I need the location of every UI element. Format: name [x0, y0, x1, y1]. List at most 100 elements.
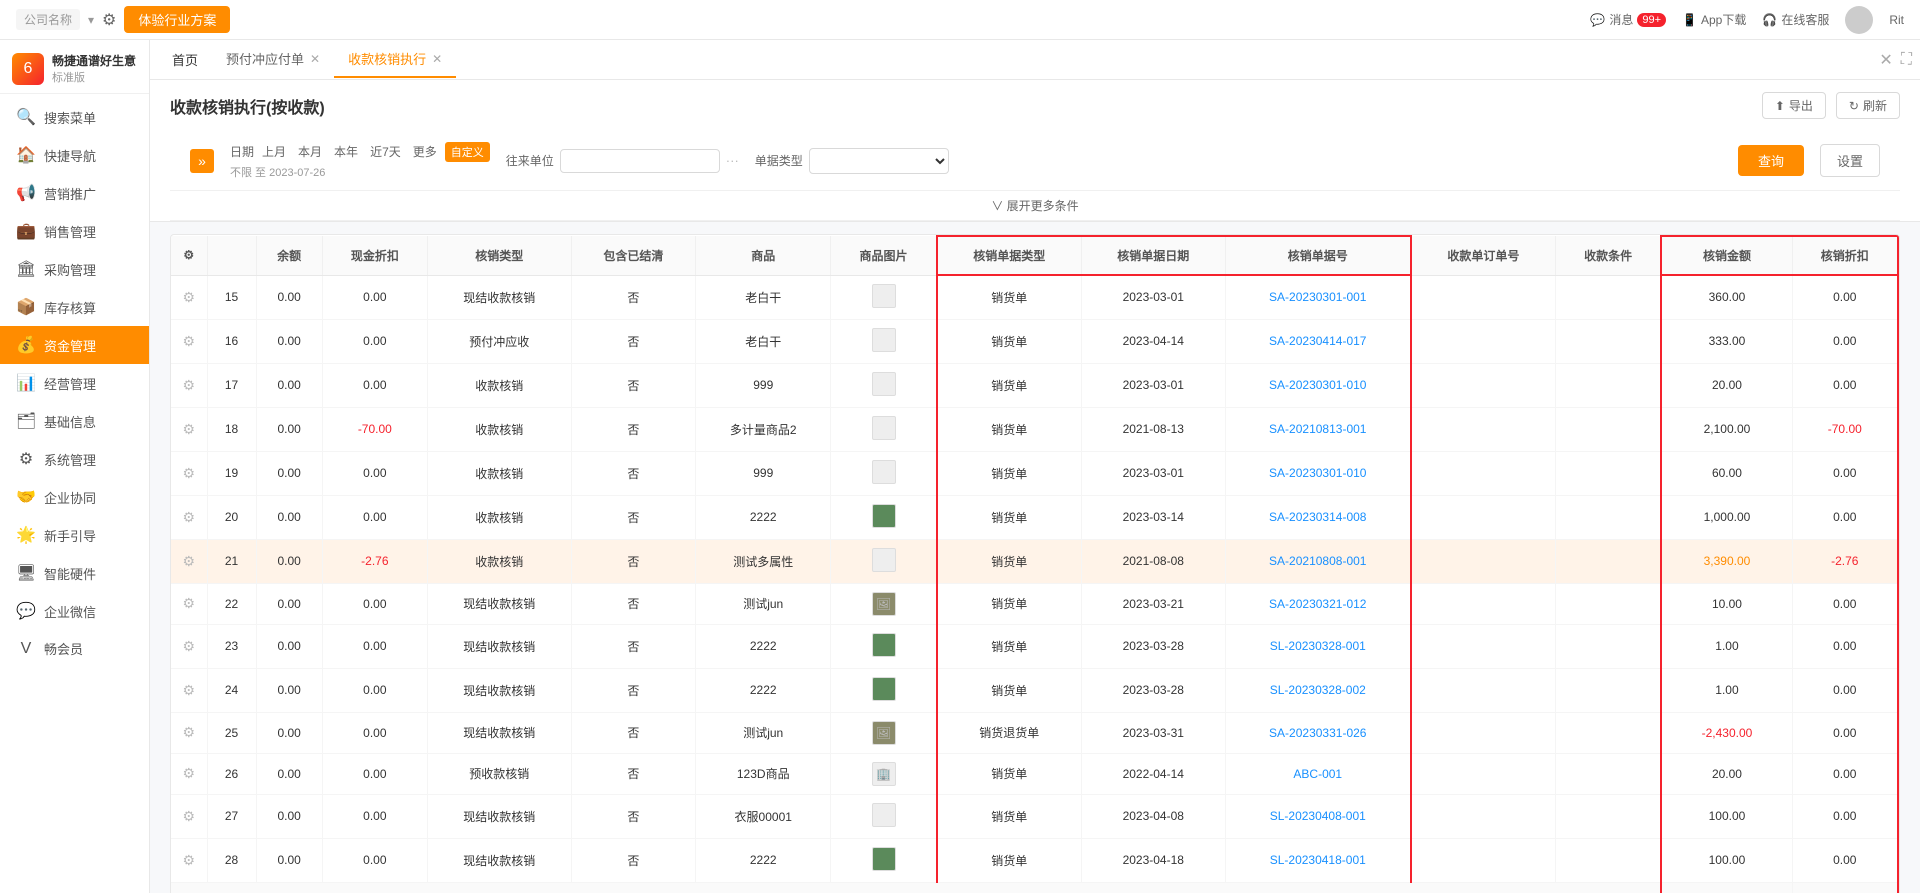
table-cell[interactable]: ⚙ [171, 451, 207, 495]
row-gear-icon[interactable]: ⚙ [182, 465, 195, 481]
row-gear-icon[interactable]: ⚙ [182, 509, 195, 525]
sidebar-item-label: 库存核算 [44, 298, 96, 317]
row-gear-icon[interactable]: ⚙ [182, 289, 195, 305]
sidebar-item-marketing[interactable]: 📢 营销推广 [0, 174, 149, 212]
table-cell: 否 [571, 838, 695, 882]
sidebar-item-hardware[interactable]: 🖥 智能硬件 [0, 554, 149, 592]
expand-more-btn[interactable]: ∨ 展开更多条件 [991, 197, 1078, 214]
row-gear-icon[interactable]: ⚙ [182, 333, 195, 349]
table-cell: 2023-03-28 [1081, 668, 1225, 712]
row-gear-icon[interactable]: ⚙ [182, 852, 195, 868]
sidebar-item-search[interactable]: 🔍 搜索菜单 [0, 98, 149, 136]
table-cell: 否 [571, 712, 695, 753]
industry-btn[interactable]: 体验行业方案 [124, 6, 230, 33]
row-gear-icon[interactable]: ⚙ [182, 808, 195, 824]
refresh-btn[interactable]: ↻ 刷新 [1836, 92, 1900, 119]
date-btn-this-year[interactable]: 本年 [330, 141, 362, 162]
table-row: ⚙210.00-2.76收款核销否测试多属性销货单2021-08-08SA-20… [171, 539, 1898, 583]
row-gear-icon[interactable]: ⚙ [182, 724, 195, 740]
tab-home[interactable]: 首页 [158, 42, 212, 77]
row-gear-icon[interactable]: ⚙ [182, 553, 195, 569]
table-cell: -2.76 [322, 539, 427, 583]
date-custom-btn[interactable]: 自定义 [445, 142, 490, 162]
sidebar-item-guide[interactable]: 🌟 新手引导 [0, 516, 149, 554]
sidebar-item-corp[interactable]: 🤝 企业协同 [0, 478, 149, 516]
avatar[interactable] [1845, 6, 1873, 34]
sidebar-item-system[interactable]: ⚙ 系统管理 [0, 440, 149, 478]
table-cell[interactable]: ⚙ [171, 838, 207, 882]
query-btn[interactable]: 查询 [1738, 145, 1804, 176]
table-cell[interactable]: ⚙ [171, 407, 207, 451]
sidebar-logo: 6 畅捷通谱好生意 标准版 [0, 40, 149, 94]
table-cell[interactable]: ⚙ [171, 539, 207, 583]
row-gear-icon[interactable]: ⚙ [182, 638, 195, 654]
table-cell: -2.76 [1792, 539, 1898, 583]
page-title: 收款核销执行(按收款) [170, 94, 325, 118]
th-receipt-order-no: 收款单订单号 [1411, 236, 1556, 275]
table-cell[interactable]: ⚙ [171, 319, 207, 363]
table-cell [831, 275, 937, 319]
table-cell: 2022-04-14 [1081, 753, 1225, 794]
company-name[interactable]: 公司名称 [16, 9, 80, 30]
sidebar-item-basic[interactable]: 🗂 基础信息 [0, 402, 149, 440]
table-cell: 销货单 [937, 794, 1082, 838]
table-cell: 0.00 [322, 838, 427, 882]
sidebar-item-finance[interactable]: 💰 资金管理 [0, 326, 149, 364]
tab-prepay[interactable]: 预付冲应付单 ✕ [212, 41, 334, 78]
table-cell: 2023-03-28 [1081, 624, 1225, 668]
table-cell: 2021-08-13 [1081, 407, 1225, 451]
sidebar-item-purchase[interactable]: 🏛 采购管理 [0, 250, 149, 288]
tab-close-icon[interactable]: ✕ [310, 52, 320, 66]
table-cell: 0.00 [322, 583, 427, 624]
sidebar-item-label: 搜索菜单 [44, 108, 96, 127]
row-gear-icon[interactable]: ⚙ [182, 421, 195, 437]
setting-btn[interactable]: 设置 [1820, 144, 1880, 177]
sidebar-item-label: 智能硬件 [44, 564, 96, 583]
partner-input[interactable] [560, 149, 720, 173]
row-gear-icon[interactable]: ⚙ [182, 682, 195, 698]
table-cell: 0.00 [256, 319, 322, 363]
sidebar-item-vip[interactable]: V 畅会员 [0, 630, 149, 667]
row-gear-icon[interactable]: ⚙ [182, 595, 195, 611]
search-icon: 🔍 [16, 107, 36, 127]
table-row: ⚙200.000.00收款核销否2222销货单2023-03-14SA-2023… [171, 495, 1898, 539]
message-btn[interactable]: 💬 消息 99+ [1590, 11, 1666, 28]
receipt-type-select[interactable] [809, 148, 949, 174]
table-cell[interactable]: ⚙ [171, 668, 207, 712]
expand-tab-btn[interactable]: ⛶ [1901, 51, 1912, 69]
table-cell[interactable]: ⚙ [171, 753, 207, 794]
row-gear-icon[interactable]: ⚙ [182, 377, 195, 393]
sidebar-item-sales[interactable]: 💼 销售管理 [0, 212, 149, 250]
logo-text: 畅捷通谱好生意 标准版 [52, 52, 136, 85]
table-cell[interactable]: ⚙ [171, 583, 207, 624]
tab-close-icon[interactable]: ✕ [432, 52, 442, 66]
table-cell[interactable]: ⚙ [171, 495, 207, 539]
sidebar-item-quick[interactable]: 🏠 快捷导航 [0, 136, 149, 174]
app-download-btn[interactable]: 📱 App下载 [1682, 11, 1746, 28]
export-btn[interactable]: ⬆ 导出 [1762, 92, 1826, 119]
date-btn-this-month[interactable]: 本月 [294, 141, 326, 162]
th-settings[interactable]: ⚙ [171, 236, 207, 275]
sidebar-item-inventory[interactable]: 📦 库存核算 [0, 288, 149, 326]
close-tab-btn[interactable]: ✕ [1879, 50, 1892, 70]
sidebar-item-operation[interactable]: 📊 经营管理 [0, 364, 149, 402]
date-btn-last-month[interactable]: 上月 [258, 141, 290, 162]
gear-icon[interactable]: ⚙ [102, 10, 116, 30]
sidebar-item-wechat[interactable]: 💬 企业微信 [0, 592, 149, 630]
table-cell [831, 624, 937, 668]
table-cell[interactable]: ⚙ [171, 275, 207, 319]
table-cell: 2023-03-31 [1081, 712, 1225, 753]
tab-verify[interactable]: 收款核销执行 ✕ [334, 41, 456, 78]
table-cell[interactable]: ⚙ [171, 794, 207, 838]
online-service-btn[interactable]: 🎧 在线客服 [1762, 11, 1829, 28]
table-cell[interactable]: ⚙ [171, 624, 207, 668]
table-cell[interactable]: ⚙ [171, 363, 207, 407]
table-cell: 销货单 [937, 624, 1082, 668]
date-btn-more[interactable]: 更多 [409, 141, 441, 162]
row-gear-icon[interactable]: ⚙ [182, 765, 195, 781]
date-btn-7days[interactable]: 近7天 [366, 141, 405, 162]
table-cell: 333.00 [1661, 319, 1792, 363]
filter-expand-btn[interactable]: » [190, 149, 214, 173]
table-cell: 🖼 [831, 712, 937, 753]
table-cell[interactable]: ⚙ [171, 712, 207, 753]
